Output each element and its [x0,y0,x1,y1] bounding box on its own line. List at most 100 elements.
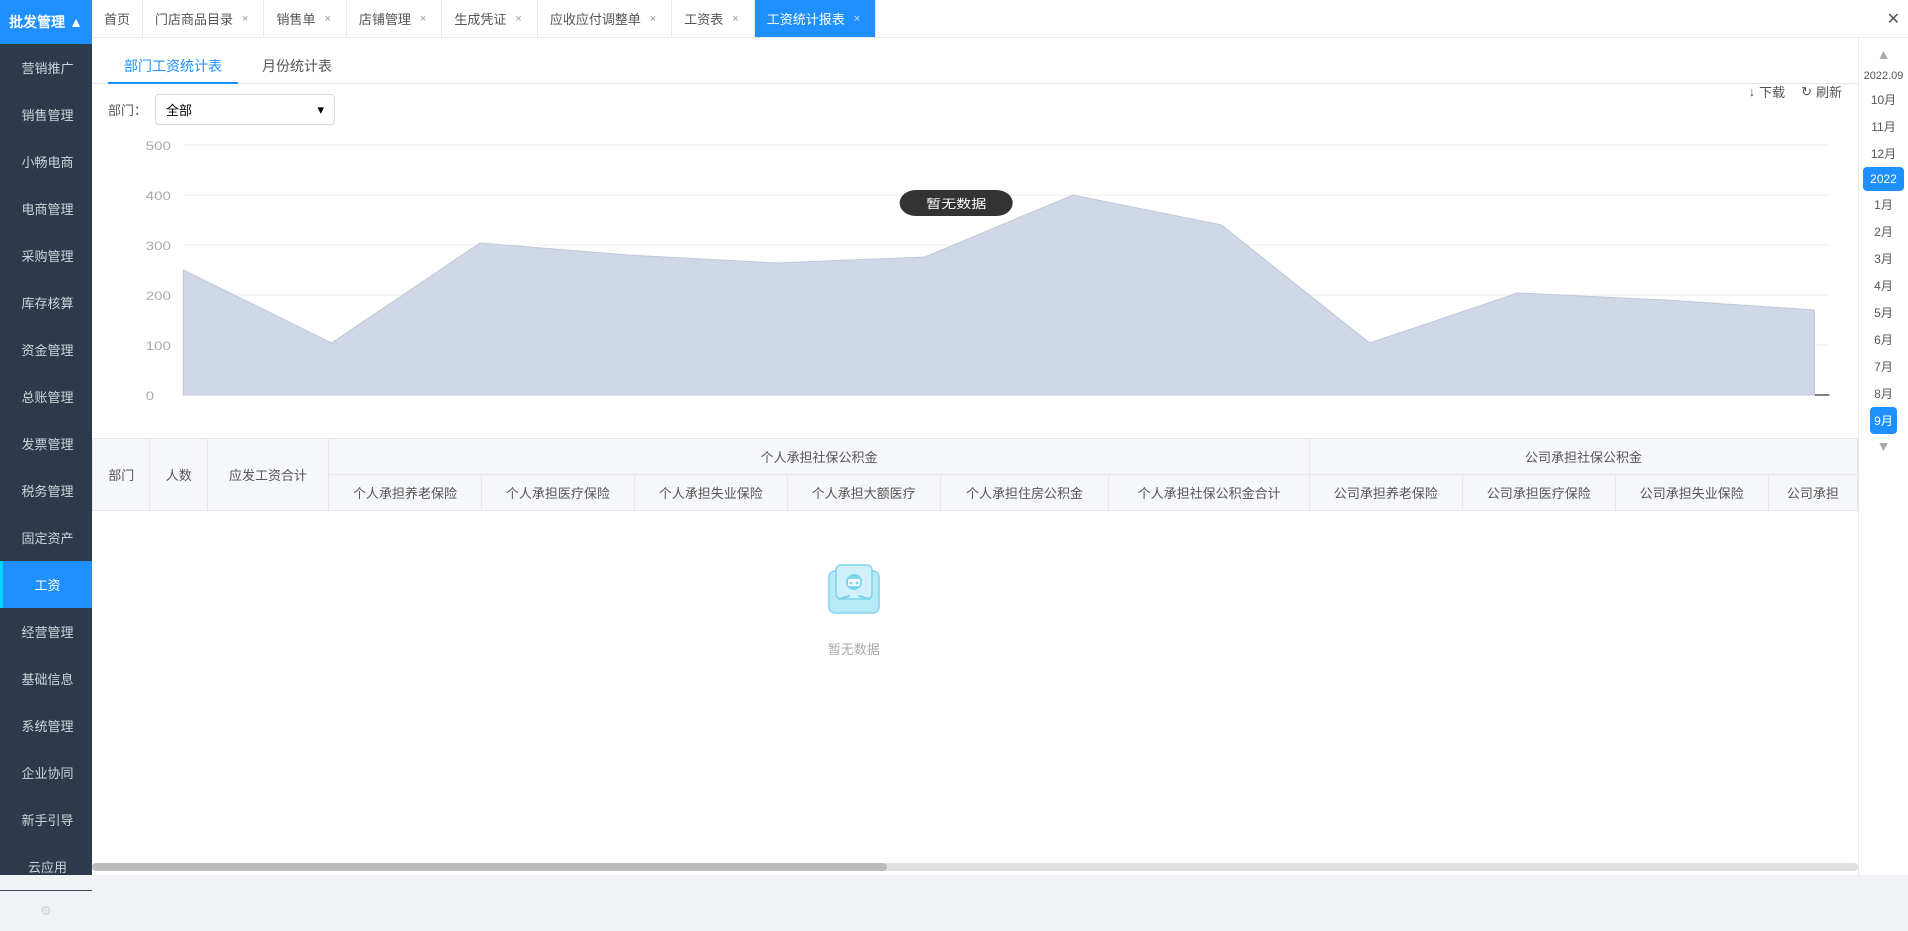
empty-icon [814,551,894,631]
tab-销售单[interactable]: 销售单× [264,0,346,37]
download-label: 下载 [1759,82,1785,101]
th-dept: 部门 [93,439,150,511]
close-tab-button[interactable]: ✕ [1879,9,1908,29]
tab-close-icon[interactable]: × [512,12,524,26]
tab-close-icon[interactable]: × [417,12,429,26]
dept-select[interactable]: 全部 ▾ [155,94,335,125]
dept-filter-label: 部门： [108,100,147,119]
sidebar-item-资金管理[interactable]: 资金管理 [0,326,92,373]
th-personal-social: 个人承担社保公积金 [329,439,1310,475]
tab-label: 店铺管理 [359,9,411,28]
timeline-month-12月[interactable]: 12月 [1867,140,1900,167]
sidebar-item-系统管理[interactable]: 系统管理 [0,702,92,749]
sidebar-item-经营管理[interactable]: 经营管理 [0,608,92,655]
th-total-salary: 应发工资合计 [207,439,328,511]
timeline-month-7月[interactable]: 7月 [1866,353,1901,380]
th-headcount: 人数 [150,439,207,511]
th-company-other: 公司承担 [1768,475,1857,511]
area-chart: 500 400 300 200 100 0 [108,135,1842,435]
tab-close-icon[interactable]: × [239,12,251,26]
chevron-up-icon: ▲ [69,14,83,30]
content-area: 部门工资统计表月份统计表 ↓ 下载 ↻ 刷新 部门： 全部 ▾ [92,38,1908,875]
tab-首页[interactable]: 首页 [92,0,143,37]
refresh-button[interactable]: ↻ 刷新 [1801,82,1842,101]
tab-工资表[interactable]: 工资表 × [672,0,754,37]
tab-label: 生成凭证 [454,9,506,28]
th-company-medical: 公司承担医疗保险 [1462,475,1615,511]
timeline-month-6月[interactable]: 6月 [1866,326,1901,353]
timeline-month-1月[interactable]: 1月 [1866,191,1901,218]
th-personal-major-medical: 个人承担大额医疗 [787,475,940,511]
sidebar-item-电商管理[interactable]: 电商管理 [0,185,92,232]
refresh-label: 刷新 [1816,82,1842,101]
sidebar-item-固定资产[interactable]: 固定资产 [0,514,92,561]
th-company-unemployment: 公司承担失业保险 [1615,475,1768,511]
timeline-month-11月[interactable]: 11月 [1867,113,1900,140]
tab-应收应付调整单[interactable]: 应收应付调整单 × [538,0,672,37]
tab-close-icon[interactable]: × [729,12,741,26]
empty-text: 暂无数据 [828,639,880,658]
timeline-year-2022: 2022.09 [1862,66,1906,86]
sidebar-item-营销推广[interactable]: 营销推广 [0,44,92,91]
timeline-year-2022-highlight[interactable]: 2022 [1863,167,1904,191]
svg-text:200: 200 [146,289,172,302]
timeline-month-9月[interactable]: 9月 [1870,407,1897,434]
timeline-month-3月[interactable]: 3月 [1866,245,1901,272]
timeline-panel: ▲ 2022.09 10月11月12月 2022 1月2月3月4月5月6月7月8… [1858,38,1908,875]
tab-close-icon[interactable]: × [851,12,863,26]
horizontal-scrollbar[interactable] [92,863,1858,871]
toolbar: ↓ 下载 ↻ 刷新 [1733,74,1858,109]
sub-tab-bar: 部门工资统计表月份统计表 [92,38,1858,84]
sidebar-item-销售管理[interactable]: 销售管理 [0,91,92,138]
timeline-month-2月[interactable]: 2月 [1866,218,1901,245]
chart-area: 500 400 300 200 100 0 [92,135,1858,438]
tab-label: 门店商品目录 [155,9,233,28]
sidebar-item-小畅电商[interactable]: 小畅电商 [0,138,92,185]
tab-门店商品目录[interactable]: 门店商品目录 × [143,0,264,37]
th-company-pension: 公司承担养老保险 [1309,475,1462,511]
sidebar-item-新手引导[interactable]: 新手引导 [0,796,92,843]
timeline-month-8月[interactable]: 8月 [1866,380,1901,407]
empty-state: 暂无数据 [93,511,1616,698]
settings-button[interactable]: ⚙ [0,890,92,931]
th-personal-medical: 个人承担医疗保险 [481,475,634,511]
download-button[interactable]: ↓ 下载 [1749,82,1786,101]
tab-生成凭证[interactable]: 生成凭证 × [442,0,537,37]
download-icon: ↓ [1749,84,1756,99]
svg-text:500: 500 [146,139,172,152]
main-area: 首页门店商品目录×销售单×店铺管理×生成凭证×应收应付调整单×工资表×工资统计报… [92,0,1908,875]
scrollbar-thumb [92,863,887,871]
sidebar-item-发票管理[interactable]: 发票管理 [0,420,92,467]
sidebar-item-工资[interactable]: 工资 [0,561,92,608]
tab-工资统计报表[interactable]: 工资统计报表× [755,0,876,37]
svg-text:100: 100 [146,339,172,352]
tab-close-icon[interactable]: × [321,12,333,26]
th-company-social: 公司承担社保公积金 [1309,439,1857,475]
svg-text:300: 300 [146,239,172,252]
sidebar-item-基础信息[interactable]: 基础信息 [0,655,92,702]
sidebar-item-税务管理[interactable]: 税务管理 [0,467,92,514]
timeline-month-10月[interactable]: 10月 [1867,86,1900,113]
svg-text:0: 0 [146,389,155,402]
sidebar-item-采购管理[interactable]: 采购管理 [0,232,92,279]
timeline-month-4月[interactable]: 4月 [1866,272,1901,299]
tab-bar: 首页门店商品目录×销售单×店铺管理×生成凭证×应收应付调整单×工资表×工资统计报… [92,0,1908,38]
sidebar-item-总账管理[interactable]: 总账管理 [0,373,92,420]
timeline-up-arrow[interactable]: ▲ [1873,42,1895,66]
sidebar-item-企业协同[interactable]: 企业协同 [0,749,92,796]
th-personal-housing: 个人承担住房公积金 [940,475,1109,511]
timeline-month-5月[interactable]: 5月 [1866,299,1901,326]
chevron-down-icon: ▾ [317,102,324,118]
svg-text:暂无数据: 暂无数据 [926,197,987,210]
tab-close-icon[interactable]: × [647,12,659,26]
sidebar-item-库存核算[interactable]: 库存核算 [0,279,92,326]
sub-tab-部门工资统计表[interactable]: 部门工资统计表 [108,50,238,84]
timeline-down-arrow[interactable]: ▼ [1873,434,1895,458]
sub-tab-月份统计表[interactable]: 月份统计表 [246,50,348,84]
tab-label: 工资表 [684,9,723,28]
tab-店铺管理[interactable]: 店铺管理 × [347,0,442,37]
tab-label: 应收应付调整单 [550,9,641,28]
sidebar-item-云应用[interactable]: 云应用 [0,843,92,890]
sidebar-header[interactable]: 批发管理 ▲ [0,0,92,44]
sidebar: 批发管理 ▲ 营销推广销售管理小畅电商电商管理采购管理库存核算资金管理总账管理发… [0,0,92,875]
